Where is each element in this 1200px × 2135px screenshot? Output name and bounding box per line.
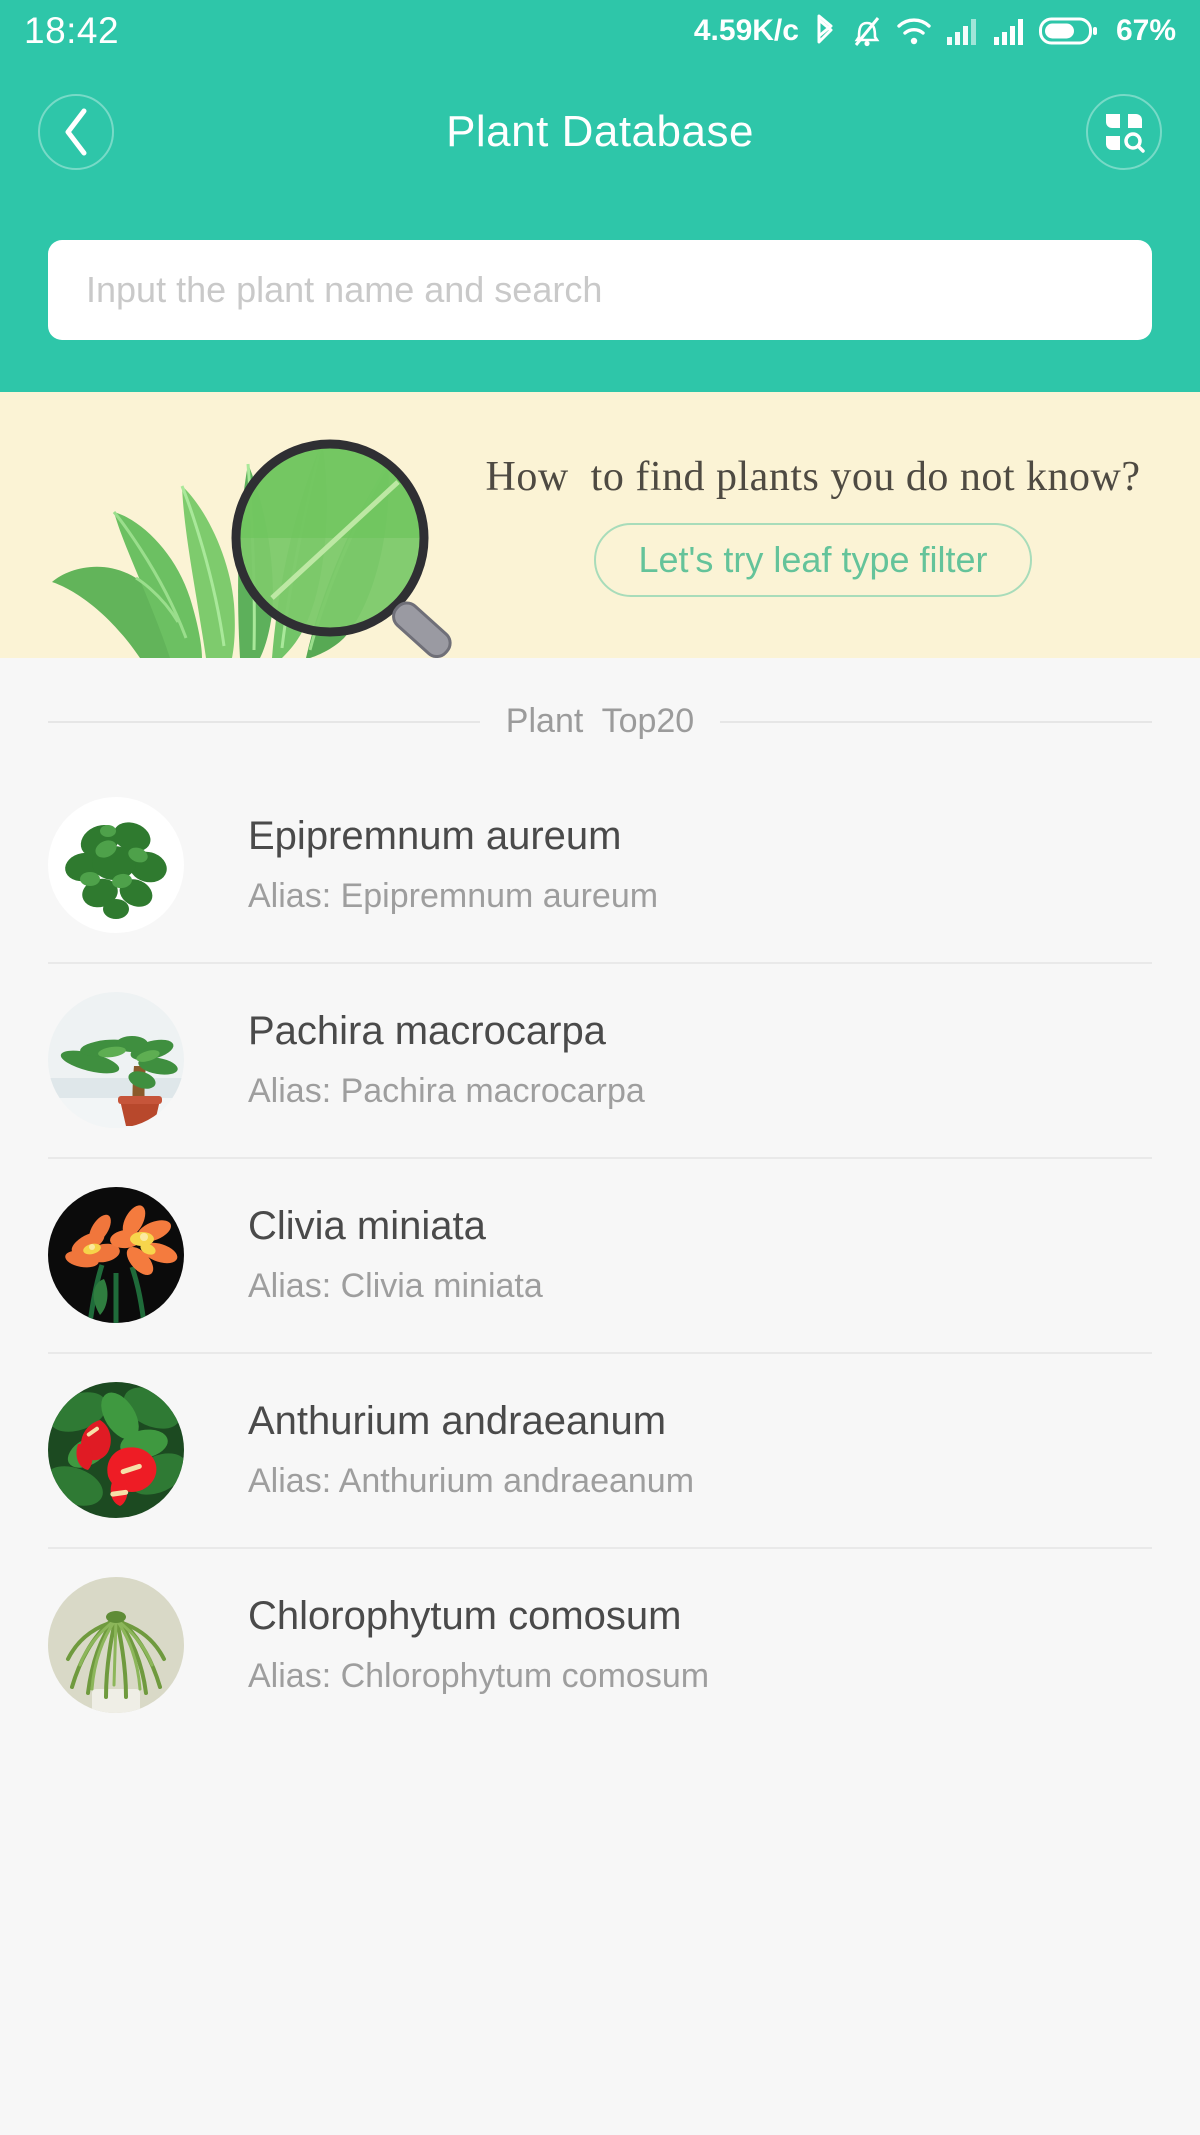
status-indicators: 4.59K/c 67% xyxy=(694,14,1176,48)
mute-bell-icon xyxy=(851,14,883,48)
plant-name: Chlorophytum comosum xyxy=(248,1593,682,1638)
list-item-text: Anthurium andraeanum Alias: Anthurium an… xyxy=(248,1399,694,1501)
plant-list: Epipremnum aureum Alias: Epipremnum aure… xyxy=(0,767,1200,1742)
list-item-text: Epipremnum aureum Alias: Epipremnum aure… xyxy=(248,814,658,916)
list-item[interactable]: Chlorophytum comosum Alias: Chlorophytum… xyxy=(0,1547,1200,1742)
list-item[interactable]: Epipremnum aureum Alias: Epipremnum aure… xyxy=(0,767,1200,962)
list-item-text: Chlorophytum comosum Alias: Chlorophytum… xyxy=(248,1594,709,1696)
pothos-plant-thumbnail xyxy=(48,796,184,933)
divider-left xyxy=(48,720,480,723)
page-title: Plant Database xyxy=(446,107,754,156)
list-item[interactable]: Pachira macrocarpa Alias: Pachira macroc… xyxy=(0,962,1200,1157)
bluetooth-icon xyxy=(812,14,838,48)
plant-alias: Alias: Anthurium andraeanum xyxy=(248,1461,695,1500)
list-item[interactable]: Anthurium andraeanum Alias: Anthurium an… xyxy=(0,1352,1200,1547)
banner-content: How to find plants you do not know? Let'… xyxy=(450,392,1176,658)
battery-icon xyxy=(1038,15,1099,47)
signal-icon xyxy=(945,15,979,47)
plant-alias: Alias: Epipremnum aureum xyxy=(248,876,659,915)
leaf-type-filter-button[interactable]: Let's try leaf type filter xyxy=(594,523,1032,597)
leaf-filter-banner[interactable]: How to find plants you do not know? Let'… xyxy=(0,392,1200,658)
plant-database-screen: 18:42 4.59K/c 67% Plant Database Input t… xyxy=(0,0,1200,2135)
plant-name: Epipremnum aureum xyxy=(248,813,622,858)
plant-name: Anthurium andraeanum xyxy=(248,1398,667,1443)
money-tree-plant-thumbnail xyxy=(48,991,184,1128)
list-item[interactable]: Clivia miniata Alias: Clivia miniata xyxy=(0,1157,1200,1352)
status-bar: 18:42 4.59K/c 67% xyxy=(0,0,1200,62)
list-item-text: Pachira macrocarpa Alias: Pachira macroc… xyxy=(248,1009,645,1111)
section-header-plant-top20: Plant Top20 xyxy=(0,658,1200,767)
spider-plant-thumbnail xyxy=(48,1576,184,1713)
divider-right xyxy=(720,720,1153,723)
search-section xyxy=(0,202,1200,392)
grid-search-button[interactable] xyxy=(1086,94,1162,170)
search-input[interactable] xyxy=(86,269,1114,311)
app-header: Plant Database xyxy=(0,62,1200,202)
battery-percent-text: 67% xyxy=(1115,14,1176,47)
plant-alias: Alias: Chlorophytum comosum xyxy=(248,1656,710,1695)
network-speed-text: 4.59K/c xyxy=(693,14,799,47)
plant-name: Clivia miniata xyxy=(248,1203,486,1248)
clivia-flower-thumbnail xyxy=(48,1186,184,1323)
status-time: 18:42 xyxy=(24,10,120,51)
plant-name: Pachira macrocarpa xyxy=(248,1008,606,1053)
back-button[interactable] xyxy=(38,94,114,170)
grid-search-icon xyxy=(1100,108,1148,156)
chevron-left-icon xyxy=(59,107,93,157)
list-item-text: Clivia miniata Alias: Clivia miniata xyxy=(248,1204,543,1306)
plant-alias: Alias: Pachira macrocarpa xyxy=(248,1071,645,1110)
wifi-icon xyxy=(896,15,932,47)
leaves-magnifier-illustration xyxy=(10,392,490,658)
signal-icon xyxy=(992,15,1026,47)
search-box[interactable] xyxy=(48,240,1152,340)
anthurium-flower-thumbnail xyxy=(48,1381,184,1518)
section-title: Plant Top20 xyxy=(505,702,695,740)
banner-title: How to find plants you do not know? xyxy=(485,454,1141,500)
plant-alias: Alias: Clivia miniata xyxy=(248,1266,543,1305)
